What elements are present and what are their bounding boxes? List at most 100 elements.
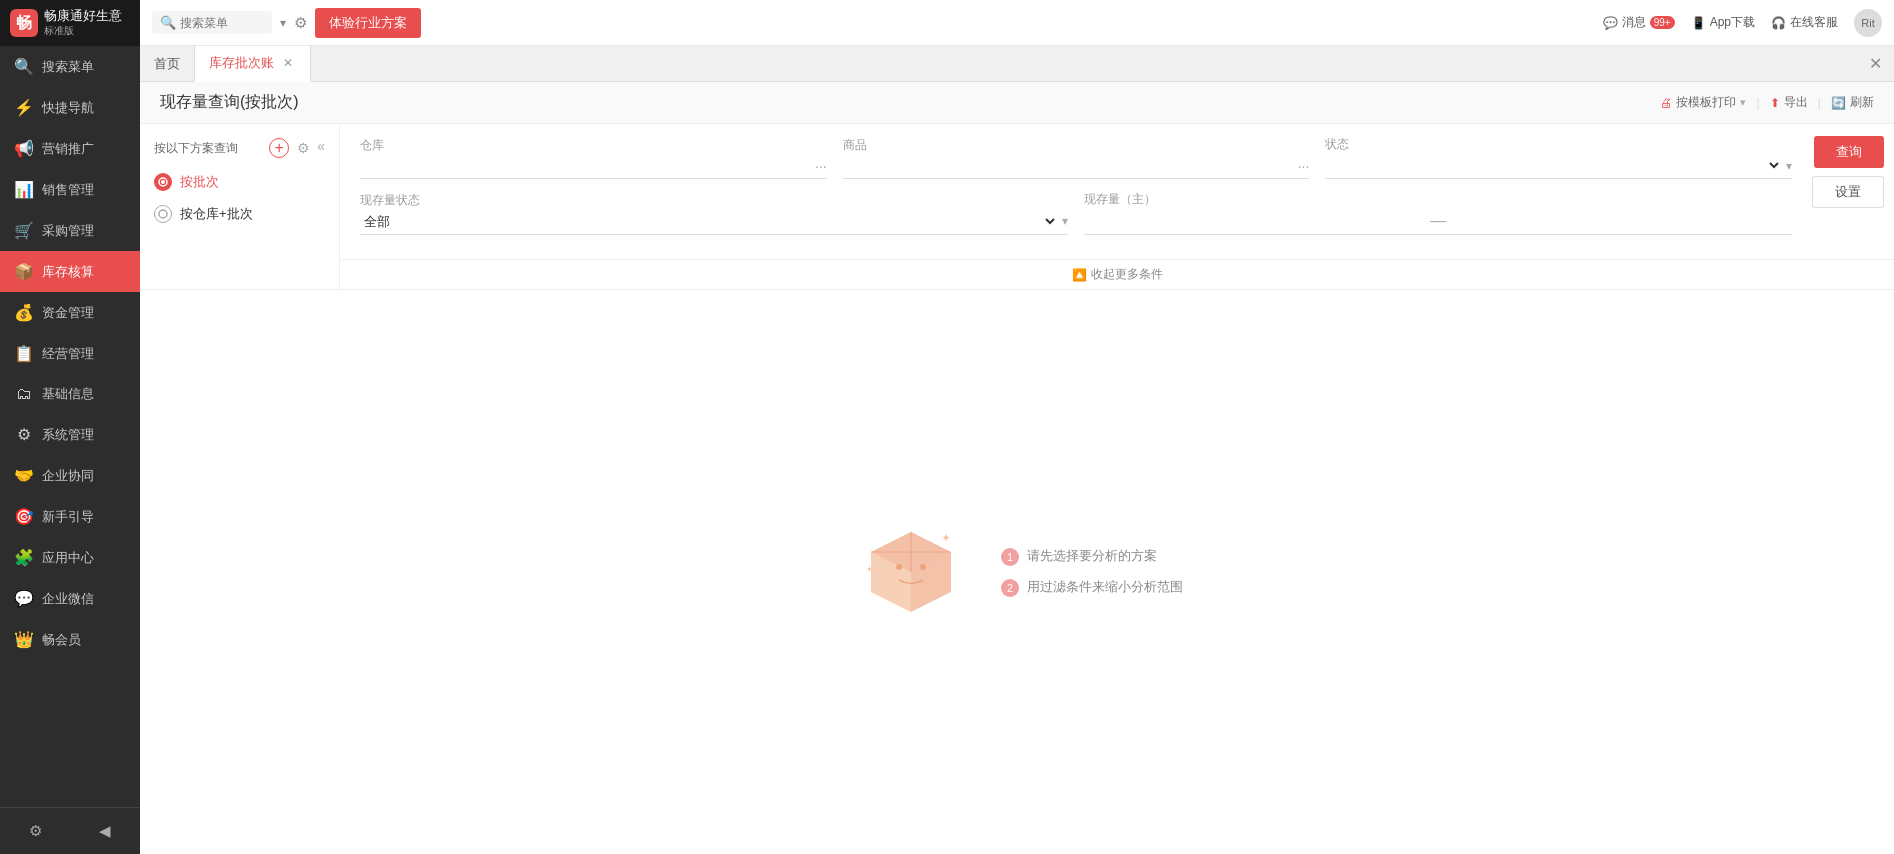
empty-hint-2: 2 用过滤条件来缩小分析范围 bbox=[1001, 578, 1183, 597]
svg-point-10 bbox=[920, 564, 926, 570]
search-input[interactable] bbox=[180, 16, 260, 30]
svg-text:✦: ✦ bbox=[866, 565, 873, 574]
quantity-label: 现存量（主） bbox=[1084, 191, 1792, 208]
svg-point-9 bbox=[896, 564, 902, 570]
quantity-input-wrap: — bbox=[1084, 212, 1792, 235]
collapse-sidebar-btn[interactable]: ◀ bbox=[93, 816, 117, 846]
filter-product-field: 商品 ··· bbox=[843, 137, 1310, 179]
folder-icon: 🗂 bbox=[14, 385, 34, 403]
add-scheme-btn[interactable]: + bbox=[269, 138, 289, 158]
money-icon: 💰 bbox=[14, 303, 34, 322]
sidebar-item-label: 营销推广 bbox=[42, 140, 94, 158]
app-subtitle: 标准版 bbox=[44, 24, 122, 38]
customer-service-label: 在线客服 bbox=[1790, 14, 1838, 31]
tab-close-btn[interactable]: ✕ bbox=[280, 55, 296, 71]
sidebar-item-label: 基础信息 bbox=[42, 385, 94, 403]
empty-illustration: ✦ ✦ bbox=[851, 512, 971, 632]
scheme-item-batch[interactable]: 按批次 bbox=[140, 166, 339, 198]
sidebar-item-label: 畅会员 bbox=[42, 631, 81, 649]
settings-bottom-btn[interactable]: ⚙ bbox=[23, 816, 48, 846]
sidebar-item-finance[interactable]: 💰 资金管理 bbox=[0, 292, 140, 333]
sidebar-bottom: ⚙ ◀ bbox=[0, 807, 140, 854]
sidebar-item-sales[interactable]: 📊 销售管理 bbox=[0, 169, 140, 210]
search-icon: 🔍 bbox=[160, 15, 176, 30]
status-select-wrap[interactable]: ▾ bbox=[1325, 157, 1792, 179]
hint-text-1: 请先选择要分析的方案 bbox=[1027, 547, 1157, 565]
svg-point-1 bbox=[161, 180, 165, 184]
tab-close-all-btn[interactable]: ✕ bbox=[1857, 46, 1894, 82]
warehouse-input-wrap[interactable]: ··· bbox=[360, 158, 827, 179]
box-icon: 📦 bbox=[14, 262, 34, 281]
status-select[interactable] bbox=[1325, 157, 1782, 174]
settings-btn[interactable]: 设置 bbox=[1812, 176, 1884, 208]
sidebar-item-operations[interactable]: 📋 经营管理 bbox=[0, 333, 140, 374]
sidebar-item-system[interactable]: ⚙ 系统管理 bbox=[0, 414, 140, 455]
sidebar-item-wechat[interactable]: 💬 企业微信 bbox=[0, 578, 140, 619]
collapse-sidebar-filter-btn[interactable]: « bbox=[317, 138, 325, 158]
inventory-status-wrap[interactable]: 全部 有库存 无库存 ▾ bbox=[360, 213, 1068, 235]
avatar: Rit bbox=[1854, 9, 1882, 37]
lightning-icon: ⚡ bbox=[14, 98, 34, 117]
sidebar-item-label: 经营管理 bbox=[42, 345, 94, 363]
app-download-btn[interactable]: 📱 App下载 bbox=[1691, 14, 1755, 31]
print-chevron-icon[interactable]: ▾ bbox=[1740, 96, 1746, 109]
scheme-gear-btn[interactable]: ⚙ bbox=[293, 138, 313, 158]
experience-btn[interactable]: 体验行业方案 bbox=[315, 8, 421, 38]
sidebar-item-apps[interactable]: 🧩 应用中心 bbox=[0, 537, 140, 578]
page-actions: 🖨 按模板打印 ▾ | ⬆ 导出 | 🔄 刷新 bbox=[1660, 94, 1874, 111]
sidebar-item-members[interactable]: 👑 畅会员 bbox=[0, 619, 140, 660]
filter-fields-row-wrap: 仓库 ··· 商品 ··· bbox=[340, 124, 1894, 259]
quantity-min-input[interactable] bbox=[1084, 214, 1426, 229]
export-label: 导出 bbox=[1784, 94, 1808, 111]
chart-icon: 📊 bbox=[14, 180, 34, 199]
sidebar-item-inventory[interactable]: 📦 库存核算 bbox=[0, 251, 140, 292]
warehouse-dots[interactable]: ··· bbox=[815, 158, 827, 174]
message-btn[interactable]: 💬 消息 99+ bbox=[1603, 14, 1675, 31]
collapse-filter-btn[interactable]: 🔼 收起更多条件 bbox=[340, 259, 1894, 289]
refresh-btn[interactable]: 🔄 刷新 bbox=[1831, 94, 1874, 111]
puzzle-icon: 🧩 bbox=[14, 548, 34, 567]
user-name: Rit bbox=[1861, 17, 1874, 29]
page-content: 现存量查询(按批次) 🖨 按模板打印 ▾ | ⬆ 导出 | 🔄 刷新 bbox=[140, 82, 1894, 854]
sidebar: 畅 畅康通好生意 标准版 🔍 搜索菜单 ⚡ 快捷导航 📢 营销推广 📊 销售管理… bbox=[0, 0, 140, 854]
topbar-gear-icon[interactable]: ⚙ bbox=[294, 14, 307, 32]
query-btn[interactable]: 查询 bbox=[1814, 136, 1884, 168]
filter-status-field: 状态 ▾ bbox=[1325, 136, 1792, 179]
collapse-label: 收起更多条件 bbox=[1091, 266, 1163, 283]
target-icon: 🎯 bbox=[14, 507, 34, 526]
sidebar-item-label: 应用中心 bbox=[42, 549, 94, 567]
customer-service-btn[interactable]: 🎧 在线客服 bbox=[1771, 14, 1838, 31]
app-info: 畅康通好生意 标准版 bbox=[44, 8, 122, 39]
sidebar-item-label: 资金管理 bbox=[42, 304, 94, 322]
search-box[interactable]: 🔍 bbox=[152, 11, 272, 34]
tab-home[interactable]: 首页 bbox=[140, 46, 195, 82]
scheme-batch-label: 按批次 bbox=[180, 173, 219, 191]
sidebar-item-marketing[interactable]: 📢 营销推广 bbox=[0, 128, 140, 169]
sidebar-item-newbie[interactable]: 🎯 新手引导 bbox=[0, 496, 140, 537]
tabbar: 首页 库存批次账 ✕ ✕ bbox=[140, 46, 1894, 82]
inventory-status-select[interactable]: 全部 有库存 无库存 bbox=[360, 213, 1058, 230]
main-area: 🔍 ▾ ⚙ 体验行业方案 💬 消息 99+ 📱 App下载 🎧 在线客服 Rit bbox=[140, 0, 1894, 854]
svg-point-2 bbox=[159, 210, 167, 218]
filter-warehouse-field: 仓库 ··· bbox=[360, 137, 827, 179]
sidebar-item-quick-nav[interactable]: ⚡ 快捷导航 bbox=[0, 87, 140, 128]
product-input-wrap[interactable]: ··· bbox=[843, 158, 1310, 179]
message-icon: 💬 bbox=[1603, 16, 1618, 30]
product-dots[interactable]: ··· bbox=[1298, 158, 1310, 174]
topbar-dropdown-icon[interactable]: ▾ bbox=[280, 16, 286, 30]
product-input[interactable] bbox=[843, 158, 1294, 173]
topbar: 🔍 ▾ ⚙ 体验行业方案 💬 消息 99+ 📱 App下载 🎧 在线客服 Rit bbox=[140, 0, 1894, 46]
sidebar-item-label: 新手引导 bbox=[42, 508, 94, 526]
scheme-item-warehouse-batch[interactable]: 按仓库+批次 bbox=[140, 198, 339, 230]
sidebar-item-enterprise[interactable]: 🤝 企业协同 bbox=[0, 455, 140, 496]
sidebar-item-search[interactable]: 🔍 搜索菜单 bbox=[0, 46, 140, 87]
warehouse-input[interactable] bbox=[360, 158, 811, 173]
sidebar-item-purchase[interactable]: 🛒 采购管理 bbox=[0, 210, 140, 251]
user-menu[interactable]: Rit bbox=[1854, 9, 1882, 37]
export-btn[interactable]: ⬆ 导出 bbox=[1770, 94, 1808, 111]
print-btn[interactable]: 🖨 按模板打印 ▾ bbox=[1660, 94, 1746, 111]
tab-inventory-batch[interactable]: 库存批次账 ✕ bbox=[195, 46, 311, 82]
quantity-max-input[interactable] bbox=[1450, 214, 1792, 229]
refresh-label: 刷新 bbox=[1850, 94, 1874, 111]
sidebar-item-basic[interactable]: 🗂 基础信息 bbox=[0, 374, 140, 414]
